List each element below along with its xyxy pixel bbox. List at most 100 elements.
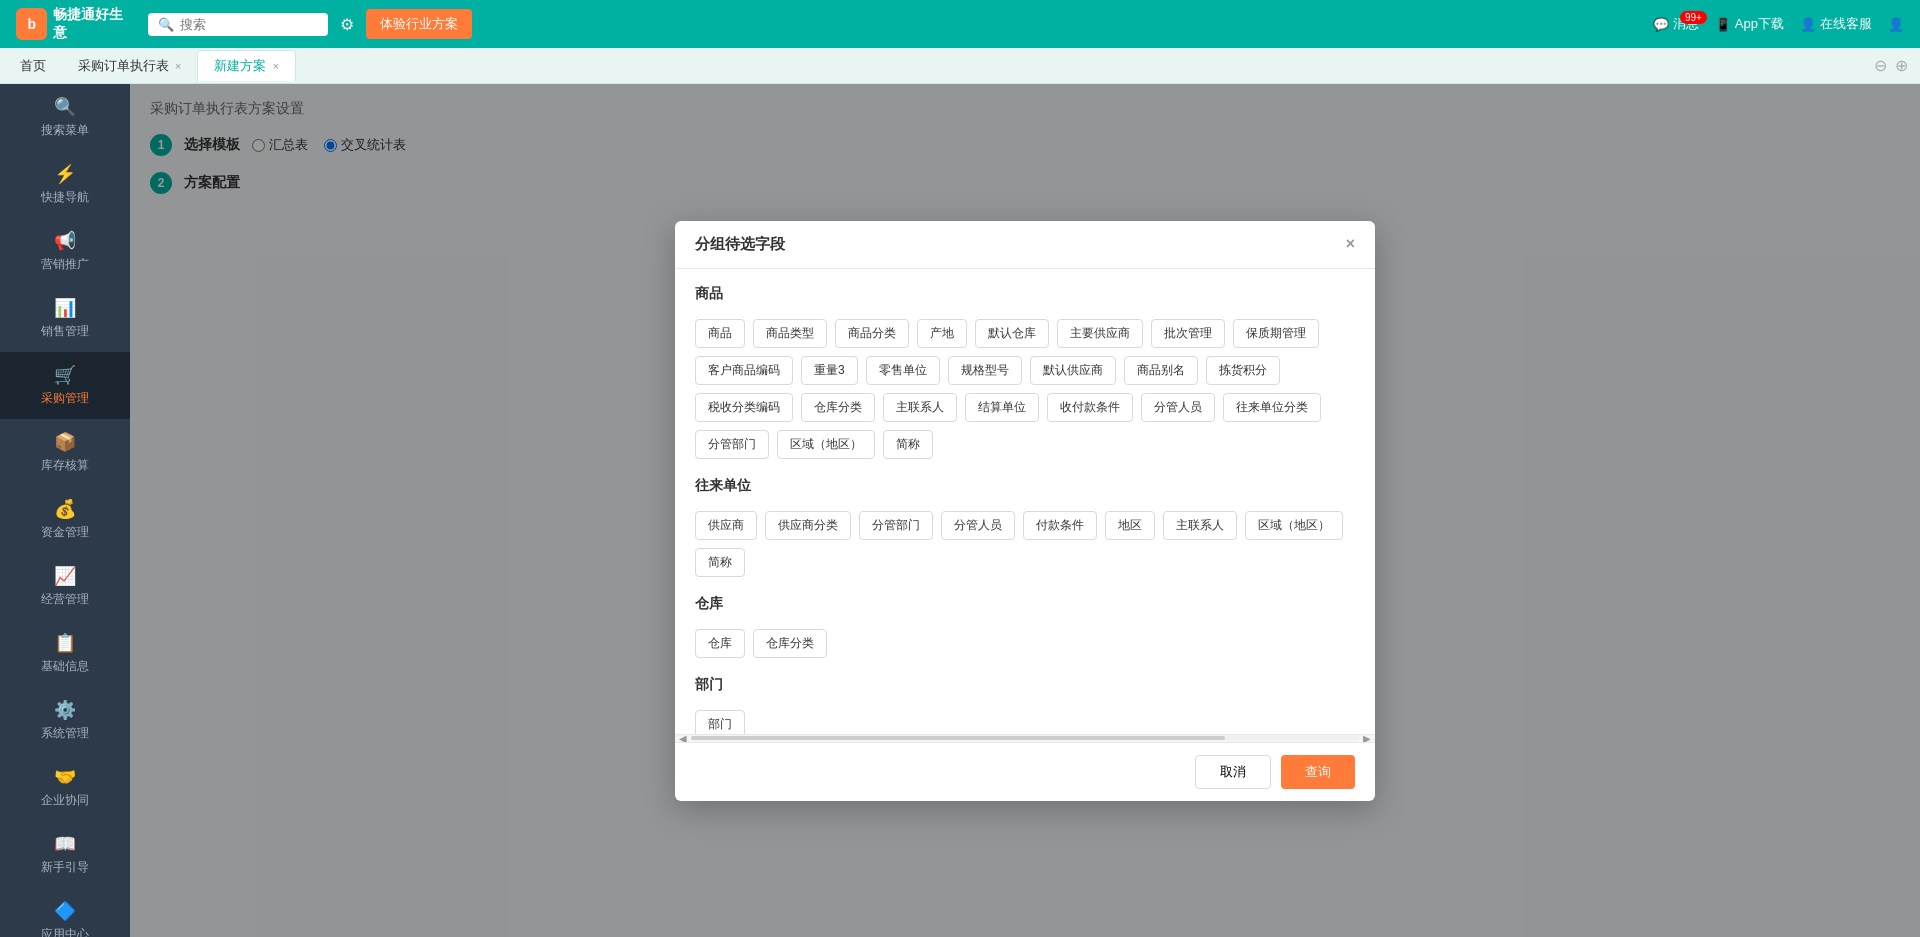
sidebar-item-purchase[interactable]: 🛒 采购管理 — [0, 352, 130, 419]
sidebar-item-sales[interactable]: 📊 销售管理 — [0, 285, 130, 352]
section-department-fields: 部门 — [695, 710, 1355, 734]
field-tag[interactable]: 税收分类编码 — [695, 393, 793, 422]
field-tag[interactable]: 供应商 — [695, 511, 757, 540]
message-btn[interactable]: 💬 消息 99+ — [1653, 15, 1699, 33]
field-tag[interactable]: 部门 — [695, 710, 745, 734]
field-tag[interactable]: 往来单位分类 — [1223, 393, 1321, 422]
modal-horizontal-scroll[interactable]: ◀ ▶ — [675, 734, 1375, 742]
field-tag[interactable]: 供应商分类 — [765, 511, 851, 540]
field-tag[interactable]: 地区 — [1105, 511, 1155, 540]
sidebar-item-appcenter-label: 应用中心 — [41, 926, 89, 937]
field-tag[interactable]: 规格型号 — [948, 356, 1022, 385]
sidebar-item-basic-info[interactable]: 📋 基础信息 — [0, 620, 130, 687]
management-icon: 📈 — [54, 565, 76, 587]
finance-icon: 💰 — [54, 498, 76, 520]
section-department: 部门 部门 — [695, 676, 1355, 734]
field-tag[interactable]: 批次管理 — [1151, 319, 1225, 348]
field-tag[interactable]: 分管人员 — [1141, 393, 1215, 422]
field-tag[interactable]: 默认供应商 — [1030, 356, 1116, 385]
sidebar-item-appcenter[interactable]: 🔷 应用中心 — [0, 888, 130, 937]
tab-expand-icon[interactable]: ⊕ — [1895, 56, 1908, 75]
search-bar[interactable]: 🔍 — [148, 13, 328, 36]
field-tag[interactable]: 主联系人 — [1163, 511, 1237, 540]
field-tag[interactable]: 仓库分类 — [753, 629, 827, 658]
sidebar-item-system[interactable]: ⚙️ 系统管理 — [0, 687, 130, 754]
field-tag[interactable]: 商品类型 — [753, 319, 827, 348]
field-tag[interactable]: 主要供应商 — [1057, 319, 1143, 348]
field-select-modal: 分组待选字段 × 商品 商品 商品类型 商品分类 产地 默认仓库 — [675, 221, 1375, 801]
field-tag[interactable]: 默认仓库 — [975, 319, 1049, 348]
section-partner-fields: 供应商 供应商分类 分管部门 分管人员 付款条件 地区 主联系人 区域（地区） … — [695, 511, 1355, 577]
field-tag[interactable]: 商品分类 — [835, 319, 909, 348]
sidebar-item-collab-label: 企业协同 — [41, 792, 89, 809]
ok-button[interactable]: 查询 — [1281, 755, 1355, 789]
tab-new-plan[interactable]: 新建方案 × — [197, 50, 295, 81]
field-tag[interactable]: 简称 — [695, 548, 745, 577]
sidebar-item-quicknav[interactable]: ⚡ 快捷导航 — [0, 151, 130, 218]
guide-icon: 📖 — [54, 833, 76, 855]
sidebar-item-finance[interactable]: 💰 资金管理 — [0, 486, 130, 553]
tab-home-label: 首页 — [20, 57, 46, 75]
sidebar-item-sales-label: 销售管理 — [41, 323, 89, 340]
section-warehouse-title: 仓库 — [695, 595, 1355, 619]
field-tag[interactable]: 保质期管理 — [1233, 319, 1319, 348]
sidebar-item-marketing-label: 营销推广 — [41, 256, 89, 273]
content-area: 采购订单执行表方案设置 1 选择模板 汇总表 交叉统计表 2 方案 — [130, 84, 1920, 937]
sidebar-item-guide[interactable]: 📖 新手引导 — [0, 821, 130, 888]
trial-btn[interactable]: 体验行业方案 — [366, 9, 472, 39]
field-tag[interactable]: 仓库分类 — [801, 393, 875, 422]
section-warehouse-fields: 仓库 仓库分类 — [695, 629, 1355, 658]
field-tag[interactable]: 商品 — [695, 319, 745, 348]
online-service-btn[interactable]: 👤 在线客服 — [1800, 15, 1872, 33]
sidebar-item-management[interactable]: 📈 经营管理 — [0, 553, 130, 620]
field-tag[interactable]: 分管部门 — [859, 511, 933, 540]
field-tag[interactable]: 付款条件 — [1023, 511, 1097, 540]
field-tag[interactable]: 主联系人 — [883, 393, 957, 422]
settings-icon[interactable]: ⚙ — [340, 15, 354, 34]
tab-collapse-icon[interactable]: ⊖ — [1874, 56, 1887, 75]
tab-home[interactable]: 首页 — [4, 51, 62, 81]
message-icon: 💬 — [1653, 17, 1669, 32]
field-tag[interactable]: 分管部门 — [695, 430, 769, 459]
section-department-title: 部门 — [695, 676, 1355, 700]
tab-purchase-close[interactable]: × — [175, 60, 181, 72]
search-input[interactable] — [180, 17, 310, 32]
sidebar-item-collab[interactable]: 🤝 企业协同 — [0, 754, 130, 821]
sidebar-item-quicknav-label: 快捷导航 — [41, 189, 89, 206]
field-tag[interactable]: 区域（地区） — [777, 430, 875, 459]
section-product-title: 商品 — [695, 285, 1355, 309]
field-tag[interactable]: 收付款条件 — [1047, 393, 1133, 422]
app-download-btn[interactable]: 📱 App下载 — [1715, 15, 1784, 33]
modal-body[interactable]: 商品 商品 商品类型 商品分类 产地 默认仓库 主要供应商 批次管理 保质期管理… — [675, 269, 1375, 734]
field-tag[interactable]: 产地 — [917, 319, 967, 348]
field-tag[interactable]: 区域（地区） — [1245, 511, 1343, 540]
field-tag[interactable]: 分管人员 — [941, 511, 1015, 540]
section-product-fields: 商品 商品类型 商品分类 产地 默认仓库 主要供应商 批次管理 保质期管理 客户… — [695, 319, 1355, 459]
section-partner-title: 往来单位 — [695, 477, 1355, 501]
tab-new-plan-close[interactable]: × — [272, 60, 278, 72]
cancel-button[interactable]: 取消 — [1195, 755, 1271, 789]
field-tag[interactable]: 仓库 — [695, 629, 745, 658]
sidebar-item-search[interactable]: 🔍 搜索菜单 — [0, 84, 130, 151]
field-tag[interactable]: 结算单位 — [965, 393, 1039, 422]
field-tag[interactable]: 商品别名 — [1124, 356, 1198, 385]
tab-purchase-list[interactable]: 采购订单执行表 × — [62, 51, 197, 81]
nav-right: 💬 消息 99+ 📱 App下载 👤 在线客服 👤 — [1653, 15, 1904, 33]
field-tag[interactable]: 零售单位 — [866, 356, 940, 385]
marketing-icon: 📢 — [54, 230, 76, 252]
appcenter-icon: 🔷 — [54, 900, 76, 922]
user-avatar[interactable]: 👤 — [1888, 17, 1904, 32]
sidebar-item-inventory[interactable]: 📦 库存核算 — [0, 419, 130, 486]
basic-info-icon: 📋 — [54, 632, 76, 654]
field-tag[interactable]: 重量3 — [801, 356, 858, 385]
sidebar-item-guide-label: 新手引导 — [41, 859, 89, 876]
field-tag[interactable]: 客户商品编码 — [695, 356, 793, 385]
sidebar-item-finance-label: 资金管理 — [41, 524, 89, 541]
field-tag[interactable]: 拣货积分 — [1206, 356, 1280, 385]
sidebar-item-marketing[interactable]: 📢 营销推广 — [0, 218, 130, 285]
download-icon: 📱 — [1715, 17, 1731, 32]
logo-icon: b — [16, 8, 47, 40]
field-tag[interactable]: 简称 — [883, 430, 933, 459]
modal-close-btn[interactable]: × — [1346, 235, 1355, 253]
sidebar-item-search-label: 搜索菜单 — [41, 122, 89, 139]
